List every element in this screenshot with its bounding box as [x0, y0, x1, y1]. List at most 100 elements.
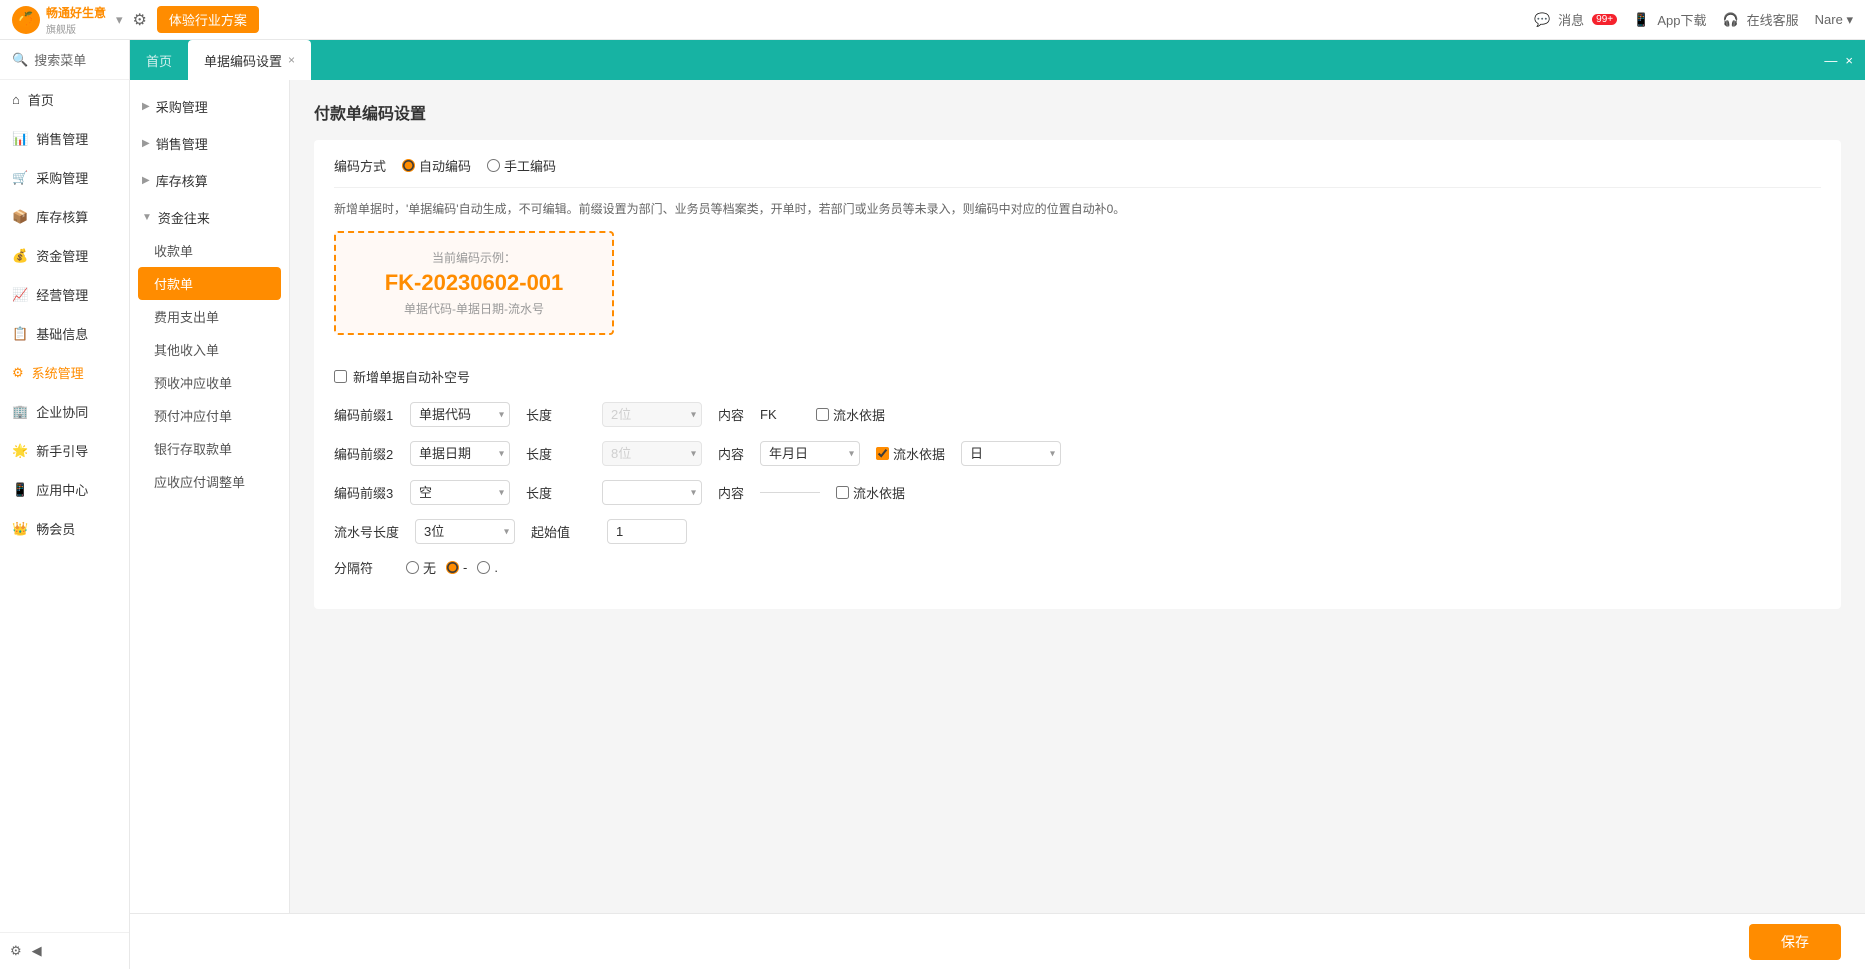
save-button[interactable]: 保存 [1749, 924, 1841, 960]
auto-fill-row: 新增单据自动补空号 [334, 367, 1821, 386]
sec-group-sales-title[interactable]: ▶ 销售管理 [130, 127, 289, 160]
prefix-select-1[interactable]: 单据代码 [410, 402, 510, 427]
length-select-wrapper-1: 2位 [602, 402, 702, 427]
example-label: 当前编码示例： [352, 249, 596, 266]
sidebar-bottom: ⚙ ◀ [0, 932, 129, 969]
minimize-icon[interactable]: — [1824, 53, 1837, 68]
manual-encode-option[interactable]: 手工编码 [487, 156, 556, 175]
dropdown-arrow[interactable]: ▾ [116, 12, 123, 28]
sec-item-prepaid-payable[interactable]: 预付冲应付单 [130, 399, 289, 432]
sidebar-item-home[interactable]: ⌂ 首页 [0, 80, 129, 119]
sec-item-prepaid-receivable[interactable]: 预收冲应收单 [130, 366, 289, 399]
separator-row: 分隔符 无 - . [334, 558, 1821, 577]
sec-group-inventory-title[interactable]: ▶ 库存核算 [130, 164, 289, 197]
tab-close-icon[interactable]: × [288, 53, 295, 67]
period-select[interactable]: 日 [961, 441, 1061, 466]
manual-encode-radio[interactable] [487, 159, 500, 172]
sidebar-item-finance[interactable]: 💰 资金管理 [0, 236, 129, 275]
sec-group-purchase-title[interactable]: ▶ 采购管理 [130, 90, 289, 123]
sep-none-radio[interactable] [406, 561, 419, 574]
auto-fill-checkbox[interactable] [334, 370, 347, 383]
start-value-label: 起始值 [531, 522, 591, 541]
prefix-select-3[interactable]: 空 [410, 480, 510, 505]
serial-check-2[interactable]: 流水依据 [876, 444, 945, 463]
prefix-select-wrapper-3: 空 [410, 480, 510, 505]
search-menu[interactable]: 🔍 搜索菜单 [0, 40, 129, 80]
auto-encode-option[interactable]: 自动编码 [402, 156, 471, 175]
start-value-input[interactable] [607, 519, 687, 544]
sidebar-item-operation[interactable]: 📈 经营管理 [0, 275, 129, 314]
sec-item-bank[interactable]: 银行存取款单 [130, 432, 289, 465]
sec-item-receipt[interactable]: 收款单 [130, 234, 289, 267]
system-icon: ⚙ [12, 365, 24, 381]
tab-encode-settings[interactable]: 单据编码设置 × [188, 40, 311, 80]
service-nav[interactable]: 🎧 在线客服 [1722, 10, 1798, 29]
app-center-icon: 📱 [12, 482, 28, 498]
sidebar-item-member[interactable]: 👑 畅会员 [0, 509, 129, 548]
prefix-select-2[interactable]: 单据日期 [410, 441, 510, 466]
sec-group-inventory: ▶ 库存核算 [130, 164, 289, 197]
serial-checkbox-2[interactable] [876, 447, 889, 460]
download-icon: 📱 [1633, 12, 1649, 28]
operation-icon: 📈 [12, 287, 28, 303]
app-logo: 🍊 畅通好生意 旗舰版 [12, 4, 106, 36]
sec-item-expense[interactable]: 费用支出单 [130, 300, 289, 333]
sep-dash-option[interactable]: - [446, 560, 467, 575]
collapse-icon[interactable]: ◀ [32, 943, 42, 959]
prefix-row-2: 编码前缀2 单据日期 长度 8位 内容 [334, 441, 1821, 466]
sec-group-sales: ▶ 销售管理 [130, 127, 289, 160]
download-nav[interactable]: 📱 App下载 [1633, 10, 1706, 29]
sidebar-item-base[interactable]: 📋 基础信息 [0, 314, 129, 353]
serial-checkbox-1[interactable] [816, 408, 829, 421]
auto-fill-label: 新增单据自动补空号 [353, 367, 470, 386]
content-label-3: 内容 [718, 483, 744, 502]
sec-item-other-income[interactable]: 其他收入单 [130, 333, 289, 366]
prefix-row-1: 编码前缀1 单据代码 长度 2位 内容 [334, 402, 1821, 427]
content-value-3 [760, 492, 820, 493]
sec-group-capital-title[interactable]: ▼ 资金往来 [130, 201, 289, 234]
sidebar-item-sales[interactable]: 📊 销售管理 [0, 119, 129, 158]
prefix-label-1: 编码前缀1 [334, 405, 394, 424]
experience-button[interactable]: 体验行业方案 [157, 6, 259, 33]
enterprise-icon: 🏢 [12, 404, 28, 420]
sep-dot-radio[interactable] [477, 561, 490, 574]
user-menu[interactable]: Nare ▾ [1815, 12, 1853, 28]
length-select-1[interactable]: 2位 [602, 402, 702, 427]
settings-icon[interactable]: ⚙ [133, 10, 147, 30]
sidebar-item-enterprise[interactable]: 🏢 企业协同 [0, 392, 129, 431]
serial-check-3[interactable]: 流水依据 [836, 483, 905, 502]
settings-bottom-icon[interactable]: ⚙ [10, 943, 22, 959]
length-select-3[interactable] [602, 480, 702, 505]
encode-method-label: 编码方式 [334, 156, 386, 175]
base-icon: 📋 [12, 326, 28, 342]
sec-item-adjustment[interactable]: 应收应付调整单 [130, 465, 289, 498]
encode-radio-group: 自动编码 手工编码 [402, 156, 556, 175]
sep-dash-radio[interactable] [446, 561, 459, 574]
content-select-wrapper-2: 年月日 [760, 441, 860, 466]
sep-none-option[interactable]: 无 [406, 558, 436, 577]
content-value-1: FK [760, 407, 800, 422]
maximize-close-icon[interactable]: × [1845, 53, 1853, 68]
serial-length-select[interactable]: 3位 [415, 519, 515, 544]
prefix-select-wrapper-1: 单据代码 [410, 402, 510, 427]
message-nav[interactable]: 💬 消息 99+ [1534, 10, 1617, 29]
length-label-1: 长度 [526, 405, 586, 424]
sidebar-item-app[interactable]: 📱 应用中心 [0, 470, 129, 509]
sec-group-capital: ▼ 资金往来 收款单 付款单 费用支出单 其他收入单 预收冲应收单 预付冲应付单… [130, 201, 289, 498]
sep-dot-option[interactable]: . [477, 560, 498, 575]
sidebar-item-guide[interactable]: 🌟 新手引导 [0, 431, 129, 470]
serial-checkbox-3[interactable] [836, 486, 849, 499]
sidebar-item-inventory[interactable]: 📦 库存核算 [0, 197, 129, 236]
content-select-2[interactable]: 年月日 [760, 441, 860, 466]
sidebar-item-purchase[interactable]: 🛒 采购管理 [0, 158, 129, 197]
sec-item-payment[interactable]: 付款单 [138, 267, 281, 300]
inventory-icon: 📦 [12, 209, 28, 225]
sidebar-item-system[interactable]: ⚙ 系统管理 [0, 353, 129, 392]
length-select-2[interactable]: 8位 [602, 441, 702, 466]
content-area: 首页 单据编码设置 × — × ▶ 采购管理 [130, 40, 1865, 969]
user-arrow: ▾ [1846, 12, 1853, 27]
serial-check-1[interactable]: 流水依据 [816, 405, 885, 424]
tab-home[interactable]: 首页 [130, 40, 188, 80]
brand-name: 畅通好生意 旗舰版 [46, 4, 106, 36]
auto-encode-radio[interactable] [402, 159, 415, 172]
